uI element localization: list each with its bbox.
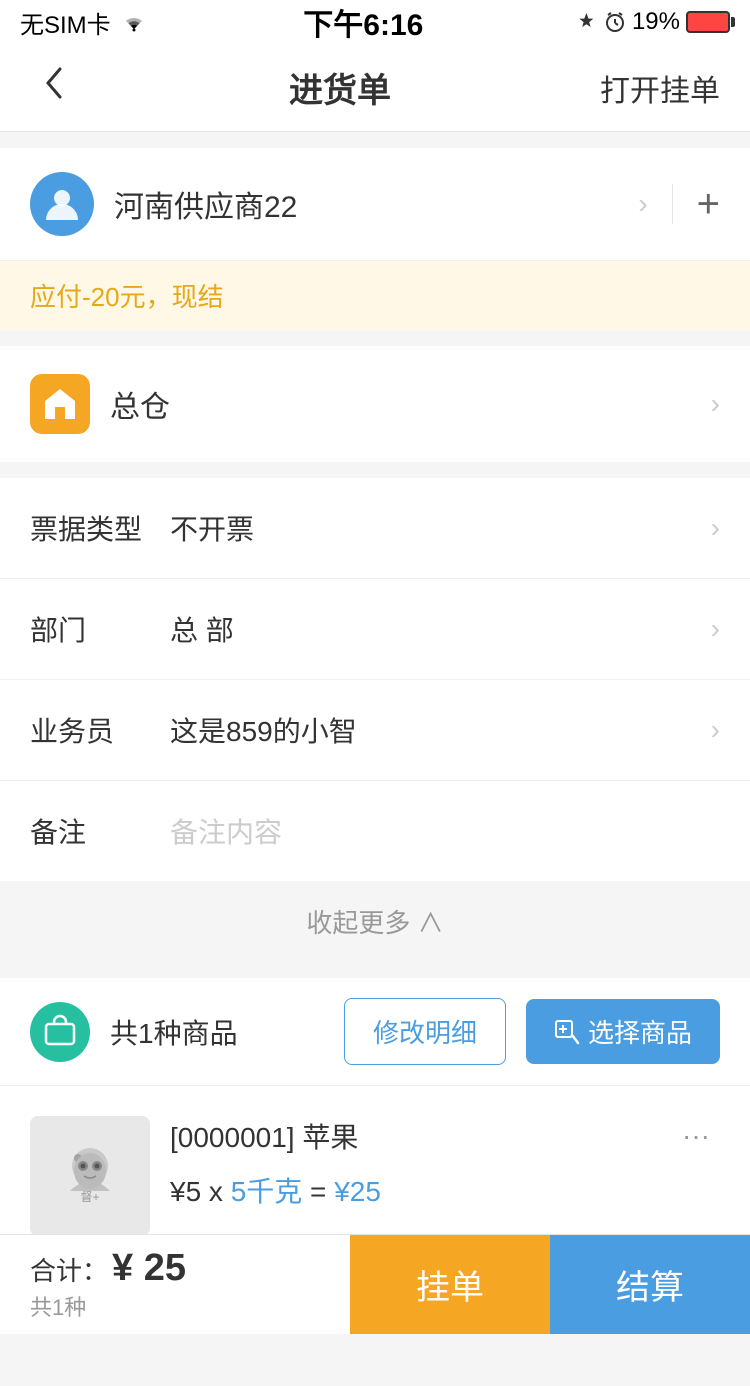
divider xyxy=(672,184,673,224)
remark-row[interactable]: 备注 备注内容 xyxy=(0,781,750,881)
form-section: 票据类型 不开票 › 部门 总 部 › 业务员 这是859的小智 › 备注 备注… xyxy=(0,478,750,881)
warehouse-name: 总仓 xyxy=(110,382,711,426)
status-carrier: 无SIM卡 xyxy=(20,5,149,40)
dept-value: 总 部 xyxy=(150,609,711,649)
equals: = xyxy=(302,1176,334,1207)
collapse-bar[interactable]: 收起更多 ∧ xyxy=(0,881,750,962)
salesman-row[interactable]: 业务员 这是859的小智 › xyxy=(0,680,750,781)
page-title: 进货单 xyxy=(289,63,391,112)
location-icon xyxy=(578,13,598,31)
salesman-value: 这是859的小智 xyxy=(150,710,711,750)
product-count: 共1种商品 xyxy=(110,1012,324,1052)
alarm-icon xyxy=(604,11,626,33)
battery-icon xyxy=(686,11,730,33)
supplier-row[interactable]: 河南供应商22 › + xyxy=(0,148,750,261)
product-header: 共1种商品 修改明细 选择商品 xyxy=(0,978,750,1086)
battery-percent: 19% xyxy=(632,8,680,36)
status-time: 下午6:16 xyxy=(303,0,423,44)
invoice-value: 不开票 xyxy=(150,508,711,548)
wifi-icon xyxy=(119,11,149,33)
add-supplier-button[interactable]: + xyxy=(697,182,720,227)
select-product-button[interactable]: 选择商品 xyxy=(526,999,720,1064)
nav-bar: 进货单 打开挂单 xyxy=(0,44,750,132)
supplier-avatar xyxy=(30,172,94,236)
supplier-section: 河南供应商22 › + 应付-20元，现结 xyxy=(0,148,750,330)
supplier-arrow-icon: › xyxy=(638,188,647,220)
salesman-label: 业务员 xyxy=(30,710,150,750)
open-pending-button[interactable]: 打开挂单 xyxy=(600,66,720,110)
product-price: ¥5 x 5千克 = ¥25 xyxy=(170,1170,652,1210)
unit-price: ¥5 x xyxy=(170,1176,231,1207)
person-icon xyxy=(42,184,82,224)
product-section-icon xyxy=(30,1002,90,1062)
product-section: 共1种商品 修改明细 选择商品 xyxy=(0,978,750,1266)
status-battery: 19% xyxy=(578,8,730,36)
dept-label: 部门 xyxy=(30,609,150,649)
product-thumb-icon: 督+ xyxy=(50,1136,130,1216)
back-button[interactable] xyxy=(30,51,80,124)
more-button[interactable]: ··· xyxy=(672,1116,720,1156)
hang-order-button[interactable]: 挂单 xyxy=(350,1235,550,1334)
warehouse-arrow-icon: › xyxy=(711,388,720,420)
select-icon xyxy=(554,1019,580,1045)
warehouse-section[interactable]: 总仓 › xyxy=(0,346,750,462)
product-title: 苹果 xyxy=(302,1122,358,1153)
svg-text:督+: 督+ xyxy=(80,1189,99,1204)
supplier-notice: 应付-20元，现结 xyxy=(0,261,750,330)
cart-icon xyxy=(42,1014,78,1050)
dept-arrow-icon: › xyxy=(711,613,720,645)
salesman-arrow-icon: › xyxy=(711,714,720,746)
total-price: ¥25 xyxy=(334,1176,381,1207)
warehouse-icon xyxy=(30,374,90,434)
status-bar: 无SIM卡 下午6:16 19% xyxy=(0,0,750,44)
supplier-name: 河南供应商22 xyxy=(114,182,638,226)
invoice-label: 票据类型 xyxy=(30,508,150,548)
invoice-row[interactable]: 票据类型 不开票 › xyxy=(0,478,750,579)
total-count: 共1种 xyxy=(30,1290,320,1322)
product-name: [0000001] 苹果 xyxy=(170,1116,652,1156)
total-amount: ¥ 25 xyxy=(112,1247,186,1290)
product-info: [0000001] 苹果 ¥5 x 5千克 = ¥25 xyxy=(170,1116,652,1210)
checkout-button[interactable]: 结算 xyxy=(550,1235,750,1334)
product-thumbnail: 督+ xyxy=(30,1116,150,1236)
total-area: 合计： ¥ 25 共1种 xyxy=(0,1235,350,1334)
house-icon xyxy=(41,385,79,423)
remark-input[interactable]: 备注内容 xyxy=(150,811,720,851)
product-code: [0000001] xyxy=(170,1122,302,1153)
total-label: 合计： xyxy=(30,1251,108,1288)
bottom-bar: 合计： ¥ 25 共1种 挂单 结算 xyxy=(0,1234,750,1334)
invoice-arrow-icon: › xyxy=(711,512,720,544)
qty: 5千克 xyxy=(231,1176,303,1207)
select-product-label: 选择商品 xyxy=(588,1013,692,1050)
edit-detail-button[interactable]: 修改明细 xyxy=(344,998,506,1065)
dept-row[interactable]: 部门 总 部 › xyxy=(0,579,750,680)
remark-label: 备注 xyxy=(30,811,150,851)
